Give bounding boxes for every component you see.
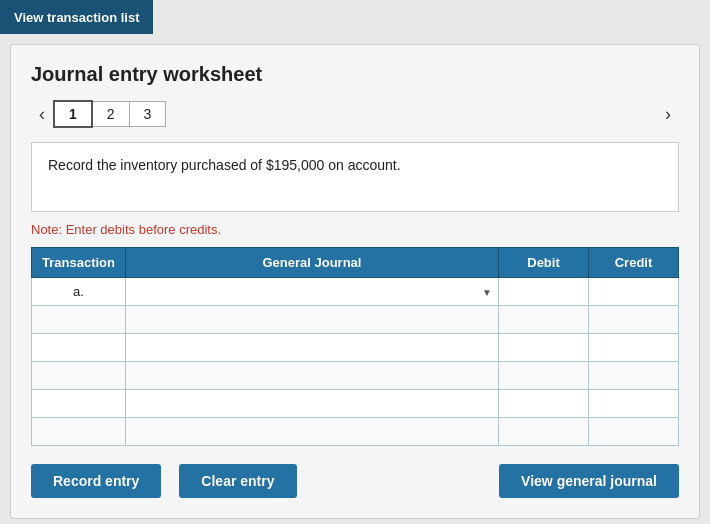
- debit-cell[interactable]: [499, 334, 589, 362]
- table-row: [32, 306, 679, 334]
- debit-input[interactable]: [505, 424, 582, 439]
- instruction-text: Record the inventory purchased of $195,0…: [48, 157, 401, 173]
- transaction-cell: [32, 334, 126, 362]
- page-title: Journal entry worksheet: [31, 63, 679, 86]
- col-transaction: Transaction: [32, 248, 126, 278]
- col-general-journal: General Journal: [125, 248, 498, 278]
- debit-input[interactable]: [505, 340, 582, 355]
- tab-2[interactable]: 2: [93, 101, 130, 127]
- table-row: [32, 418, 679, 446]
- top-bar[interactable]: View transaction list: [0, 0, 153, 34]
- transaction-cell: [32, 362, 126, 390]
- general-journal-cell[interactable]: [125, 390, 498, 418]
- general-journal-input[interactable]: [132, 340, 492, 355]
- table-row: [32, 390, 679, 418]
- view-transaction-label: View transaction list: [14, 10, 139, 25]
- debit-cell[interactable]: [499, 362, 589, 390]
- general-journal-input[interactable]: [132, 312, 492, 327]
- clear-entry-button[interactable]: Clear entry: [179, 464, 296, 498]
- credit-input[interactable]: [595, 368, 672, 383]
- credit-cell[interactable]: [589, 278, 679, 306]
- general-journal-input[interactable]: [132, 368, 492, 383]
- debit-input[interactable]: [505, 284, 582, 299]
- credit-input[interactable]: [595, 396, 672, 411]
- credit-cell[interactable]: [589, 418, 679, 446]
- main-container: Journal entry worksheet ‹ 1 2 3 › Record…: [10, 44, 700, 519]
- credit-cell[interactable]: [589, 390, 679, 418]
- journal-table: Transaction General Journal Debit Credit…: [31, 247, 679, 446]
- debit-cell[interactable]: [499, 390, 589, 418]
- credit-cell[interactable]: [589, 306, 679, 334]
- table-row: a. ▼: [32, 278, 679, 306]
- table-row: [32, 334, 679, 362]
- debit-input[interactable]: [505, 368, 582, 383]
- general-journal-cell[interactable]: [125, 418, 498, 446]
- note-text: Note: Enter debits before credits.: [31, 222, 679, 237]
- instruction-box: Record the inventory purchased of $195,0…: [31, 142, 679, 212]
- debit-input[interactable]: [505, 396, 582, 411]
- general-journal-cell[interactable]: [125, 334, 498, 362]
- general-journal-cell[interactable]: ▼: [125, 278, 498, 306]
- transaction-cell: a.: [32, 278, 126, 306]
- transaction-cell: [32, 390, 126, 418]
- view-general-journal-button[interactable]: View general journal: [499, 464, 679, 498]
- credit-cell[interactable]: [589, 362, 679, 390]
- buttons-row: Record entry Clear entry View general jo…: [31, 464, 679, 498]
- transaction-cell: [32, 306, 126, 334]
- nav-arrow-left[interactable]: ‹: [31, 102, 53, 127]
- general-journal-input[interactable]: [132, 396, 492, 411]
- credit-input[interactable]: [595, 312, 672, 327]
- general-journal-input[interactable]: [132, 424, 492, 439]
- credit-input[interactable]: [595, 424, 672, 439]
- dropdown-arrow-icon[interactable]: ▼: [482, 286, 492, 297]
- general-journal-input[interactable]: [132, 284, 492, 299]
- col-debit: Debit: [499, 248, 589, 278]
- tabs-row: ‹ 1 2 3 ›: [31, 100, 679, 128]
- debit-cell[interactable]: [499, 278, 589, 306]
- credit-input[interactable]: [595, 284, 672, 299]
- nav-arrow-right[interactable]: ›: [657, 102, 679, 127]
- general-journal-cell[interactable]: [125, 362, 498, 390]
- tab-3[interactable]: 3: [130, 101, 167, 127]
- debit-cell[interactable]: [499, 418, 589, 446]
- col-credit: Credit: [589, 248, 679, 278]
- table-row: [32, 362, 679, 390]
- record-entry-button[interactable]: Record entry: [31, 464, 161, 498]
- credit-input[interactable]: [595, 340, 672, 355]
- general-journal-cell[interactable]: [125, 306, 498, 334]
- transaction-cell: [32, 418, 126, 446]
- tab-1[interactable]: 1: [53, 100, 93, 128]
- debit-input[interactable]: [505, 312, 582, 327]
- credit-cell[interactable]: [589, 334, 679, 362]
- debit-cell[interactable]: [499, 306, 589, 334]
